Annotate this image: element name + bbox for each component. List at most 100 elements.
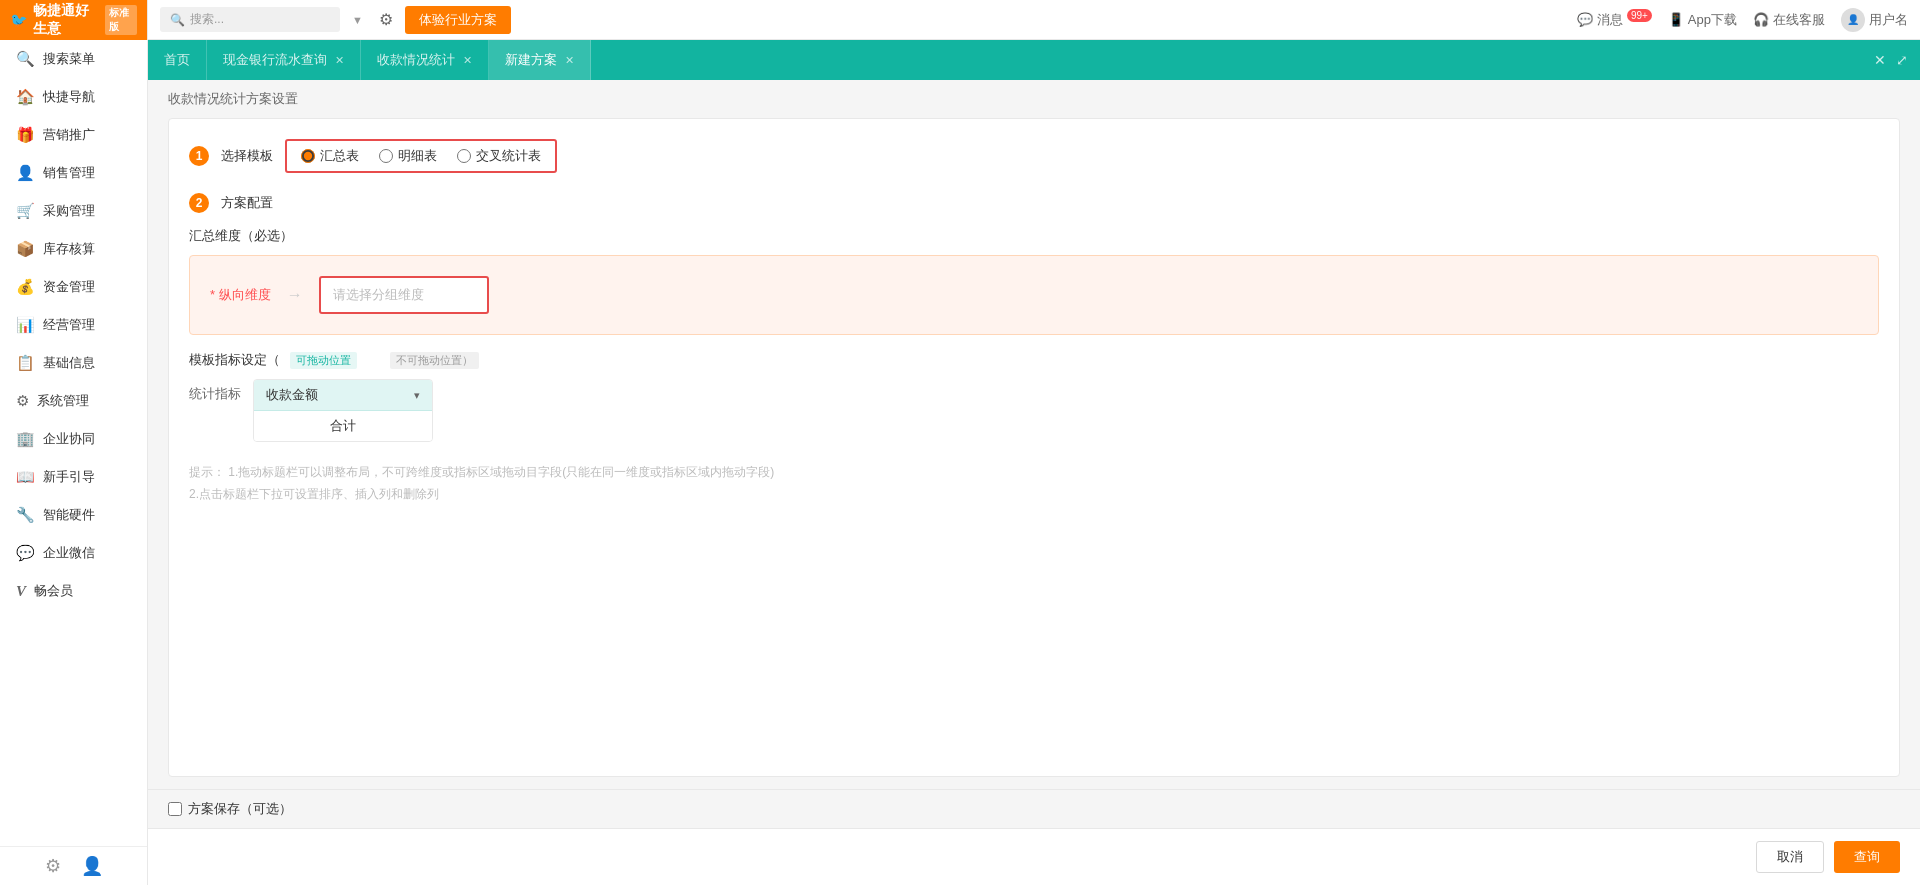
- sidebar: 🐦 畅捷通好生意 标准版 🔍 搜索菜单 🏠 快捷导航 🎁 营销推广 👤 销售管理…: [0, 0, 148, 885]
- online-service-item[interactable]: 🎧 在线客服: [1753, 11, 1825, 29]
- user-avatar-item[interactable]: 👤 用户名: [1841, 8, 1908, 32]
- search-icon: 🔍: [170, 13, 185, 27]
- cart-icon: 🛒: [16, 202, 35, 220]
- sidebar-item-search-menu[interactable]: 🔍 搜索菜单: [0, 40, 147, 78]
- sidebar-bottom: ⚙ 👤: [0, 846, 147, 885]
- sidebar-item-guide[interactable]: 📖 新手引导: [0, 458, 147, 496]
- sidebar-item-label: 搜索菜单: [43, 50, 95, 68]
- metrics-separator: [367, 351, 380, 369]
- step1-badge: 1: [189, 146, 209, 166]
- query-button[interactable]: 查询: [1834, 841, 1900, 873]
- page-title: 收款情况统计方案设置: [148, 80, 1920, 118]
- sidebar-item-marketing[interactable]: 🎁 营销推广: [0, 116, 147, 154]
- notification-item[interactable]: 💬 消息 99+: [1577, 11, 1652, 29]
- minimize-icon[interactable]: ✕: [1874, 52, 1886, 68]
- app-icon: 📱: [1668, 12, 1684, 27]
- stat-label-area: 统计指标: [189, 379, 253, 442]
- sidebar-item-quick-nav[interactable]: 🏠 快捷导航: [0, 78, 147, 116]
- logo-text: 畅捷通好生意: [33, 2, 99, 38]
- sidebar-item-basic-info[interactable]: 📋 基础信息: [0, 344, 147, 382]
- dropdown-icon[interactable]: ▼: [352, 14, 363, 26]
- step1-label: 选择模板: [221, 147, 273, 165]
- sidebar-item-operation[interactable]: 📊 经营管理: [0, 306, 147, 344]
- bottom-bar: 方案保存（可选）: [148, 789, 1920, 828]
- radio-detail[interactable]: 明细表: [379, 147, 437, 165]
- sidebar-item-inventory[interactable]: 📦 库存核算: [0, 230, 147, 268]
- radio-detail-input[interactable]: [379, 149, 393, 163]
- main-area: 🔍 搜索... ▼ ⚙ 体验行业方案 💬 消息 99+ 📱 App下载 🎧 在线…: [148, 0, 1920, 885]
- save-option[interactable]: 方案保存（可选）: [168, 800, 292, 818]
- cancel-button[interactable]: 取消: [1756, 841, 1824, 873]
- service-icon: 🎧: [1753, 12, 1769, 27]
- tab-receipt-stat[interactable]: 收款情况统计 ✕: [361, 40, 489, 80]
- radio-cross[interactable]: 交叉统计表: [457, 147, 541, 165]
- book-icon: 📖: [16, 468, 35, 486]
- industry-solution-button[interactable]: 体验行业方案: [405, 6, 511, 34]
- radio-summary[interactable]: 汇总表: [301, 147, 359, 165]
- sidebar-item-label: 销售管理: [43, 164, 95, 182]
- gear-icon: ⚙: [16, 392, 29, 410]
- user-bottom-icon[interactable]: 👤: [81, 855, 103, 877]
- sidebar-item-member[interactable]: V 畅会员: [0, 572, 147, 610]
- sidebar-item-label: 智能硬件: [43, 506, 95, 524]
- sidebar-item-label: 系统管理: [37, 392, 89, 410]
- radio-summary-input[interactable]: [301, 149, 315, 163]
- sidebar-item-enterprise[interactable]: 🏢 企业协同: [0, 420, 147, 458]
- finance-icon: 💰: [16, 278, 35, 296]
- tip-2: 2.点击标题栏下拉可设置排序、插入列和删除列: [189, 484, 1879, 506]
- metrics-dropdown-icon[interactable]: ▾: [414, 389, 420, 402]
- tab-bank-flow-label: 现金银行流水查询: [223, 51, 327, 69]
- sidebar-item-label: 畅会员: [34, 582, 73, 600]
- sidebar-item-finance[interactable]: 💰 资金管理: [0, 268, 147, 306]
- maximize-icon[interactable]: ⤢: [1896, 52, 1908, 68]
- save-label: 方案保存（可选）: [188, 800, 292, 818]
- tab-home[interactable]: 首页: [148, 40, 207, 80]
- sidebar-item-hardware[interactable]: 🔧 智能硬件: [0, 496, 147, 534]
- tabbar: 首页 现金银行流水查询 ✕ 收款情况统计 ✕ 新建方案 ✕ ✕ ⤢: [148, 40, 1920, 80]
- tab-receipt-stat-close[interactable]: ✕: [463, 54, 472, 67]
- vertical-dimension-label: * 纵向维度: [210, 286, 271, 304]
- app-download-item[interactable]: 📱 App下载: [1668, 11, 1737, 29]
- tip-1: 提示： 1.拖动标题栏可以调整布局，不可跨维度或指标区域拖动目字段(只能在同一维…: [189, 462, 1879, 484]
- step2-badge: 2: [189, 193, 209, 213]
- tab-home-label: 首页: [164, 51, 190, 69]
- sidebar-item-label: 基础信息: [43, 354, 95, 372]
- save-checkbox[interactable]: [168, 802, 182, 816]
- metrics-tag-fixed: 不可拖动位置）: [390, 352, 479, 369]
- building-icon: 🏢: [16, 430, 35, 448]
- dimension-select[interactable]: 请选择分组维度: [319, 276, 489, 314]
- tab-bank-flow[interactable]: 现金银行流水查询 ✕: [207, 40, 361, 80]
- dimension-placeholder: 请选择分组维度: [333, 287, 424, 302]
- sidebar-item-sales[interactable]: 👤 销售管理: [0, 154, 147, 192]
- sidebar-item-system[interactable]: ⚙ 系统管理: [0, 382, 147, 420]
- footer-buttons: 取消 查询: [148, 828, 1920, 885]
- chart-icon: 📊: [16, 316, 35, 334]
- dimension-arrow-icon: →: [287, 286, 303, 304]
- dimension-title: 汇总维度（必选）: [189, 227, 1879, 245]
- clipboard-icon: 📋: [16, 354, 35, 372]
- home-icon: 🏠: [16, 88, 35, 106]
- notification-badge: 99+: [1627, 9, 1652, 22]
- metrics-col-header[interactable]: 收款金额 ▾: [254, 380, 432, 411]
- sidebar-item-label: 资金管理: [43, 278, 95, 296]
- search-placeholder: 搜索...: [190, 11, 224, 28]
- step2-header: 2 方案配置: [189, 193, 1879, 213]
- topbar-right: 💬 消息 99+ 📱 App下载 🎧 在线客服 👤 用户名: [1577, 8, 1908, 32]
- metrics-section: 模板指标设定（ 可拖动位置 不可拖动位置） 统计指标 收款金额 ▾ 合计: [189, 351, 1879, 505]
- search-bar[interactable]: 🔍 搜索...: [160, 7, 340, 32]
- tab-new-plan-close[interactable]: ✕: [565, 54, 574, 67]
- metrics-table: 收款金额 ▾ 合计: [253, 379, 433, 442]
- radio-cross-input[interactable]: [457, 149, 471, 163]
- sidebar-item-purchase[interactable]: 🛒 采购管理: [0, 192, 147, 230]
- tab-new-plan[interactable]: 新建方案 ✕: [489, 40, 591, 80]
- radio-summary-label: 汇总表: [320, 147, 359, 165]
- sidebar-item-label: 新手引导: [43, 468, 95, 486]
- sidebar-item-wechat[interactable]: 💬 企业微信: [0, 534, 147, 572]
- tips-section: 提示： 1.拖动标题栏可以调整布局，不可跨维度或指标区域拖动目字段(只能在同一维…: [189, 462, 1879, 505]
- stat-label: 统计指标: [189, 385, 241, 403]
- dimension-row: * 纵向维度 → 请选择分组维度: [210, 276, 1858, 314]
- radio-cross-label: 交叉统计表: [476, 147, 541, 165]
- tab-bank-flow-close[interactable]: ✕: [335, 54, 344, 67]
- topbar-gear-icon[interactable]: ⚙: [379, 10, 393, 29]
- settings-bottom-icon[interactable]: ⚙: [45, 855, 61, 877]
